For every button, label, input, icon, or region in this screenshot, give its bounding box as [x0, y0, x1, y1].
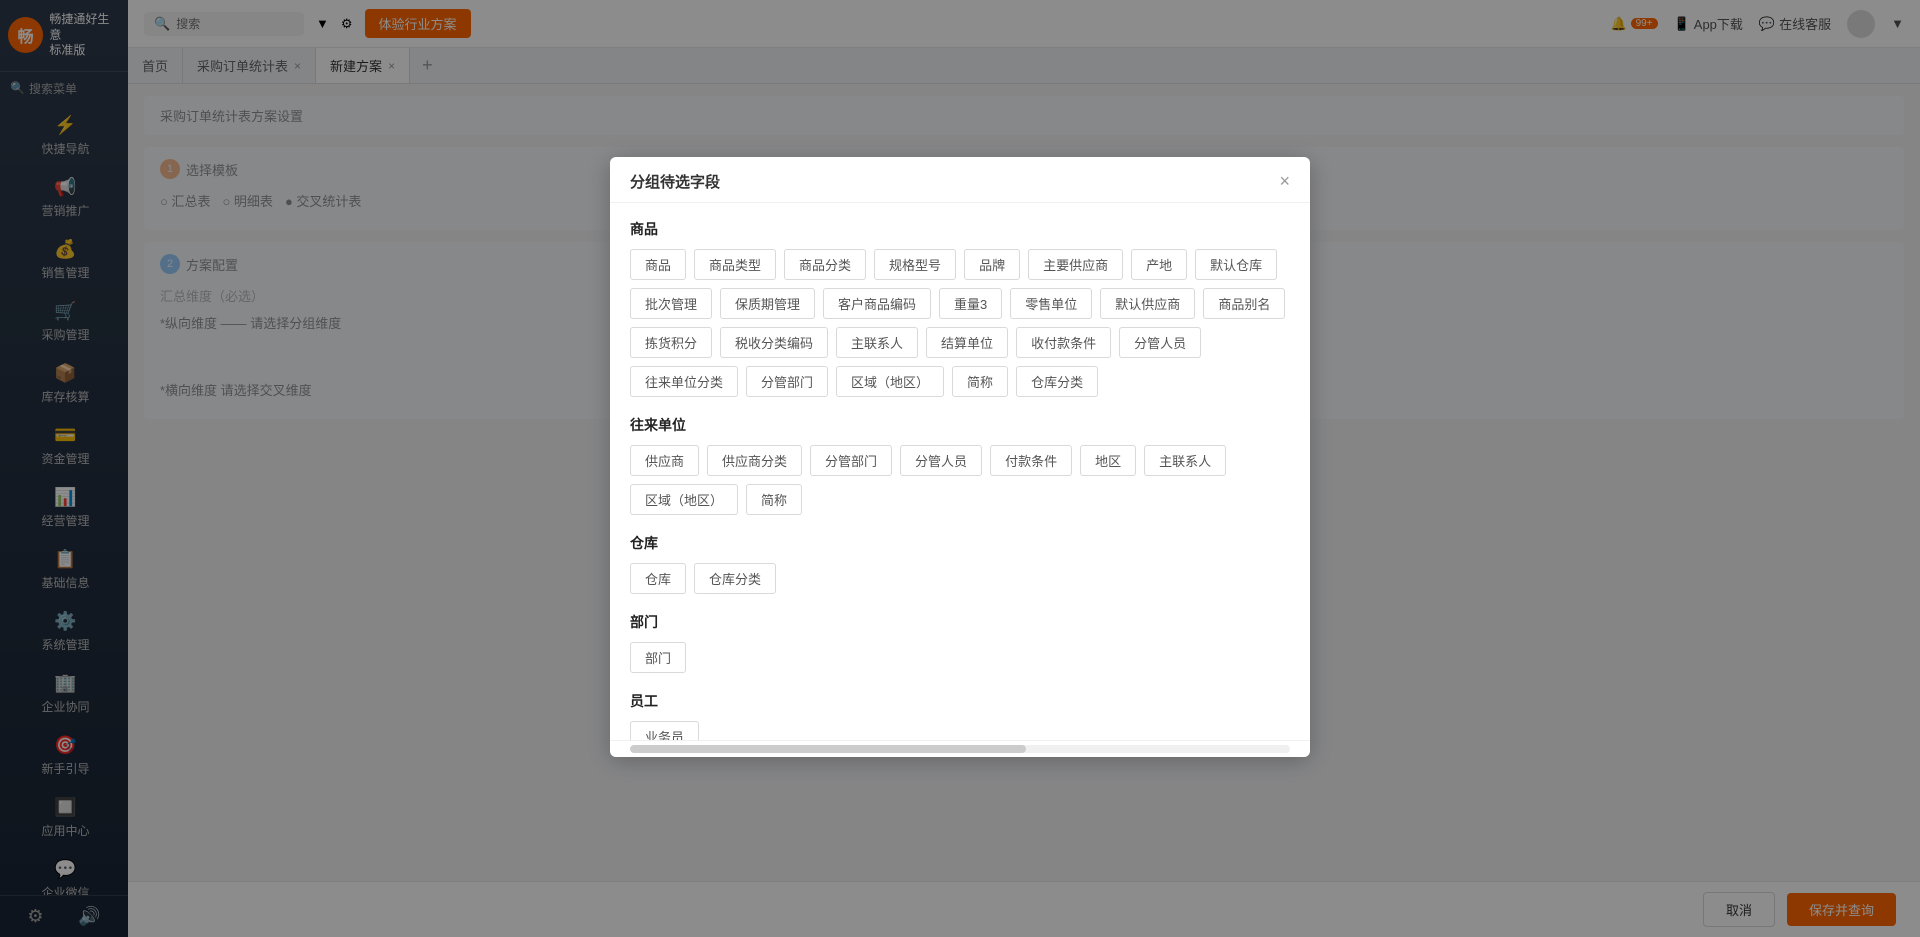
- field-tag[interactable]: 收付款条件: [1016, 327, 1111, 358]
- field-tag[interactable]: 默认供应商: [1100, 288, 1195, 319]
- field-tag[interactable]: 零售单位: [1010, 288, 1092, 319]
- dialog-header: 分组待选字段 ×: [610, 157, 1310, 203]
- field-tag[interactable]: 往来单位分类: [630, 366, 738, 397]
- field-tag[interactable]: 商品分类: [784, 249, 866, 280]
- field-tag[interactable]: 规格型号: [874, 249, 956, 280]
- field-group-partner: 往来单位供应商供应商分类分管部门分管人员付款条件地区主联系人区域（地区） 简称: [630, 415, 1290, 515]
- field-tag[interactable]: 分管人员: [1119, 327, 1201, 358]
- dialog-title: 分组待选字段: [630, 171, 720, 192]
- field-tag[interactable]: 结算单位: [926, 327, 1008, 358]
- field-group-title-employee: 员工: [630, 691, 1290, 711]
- field-tag[interactable]: 品牌: [964, 249, 1020, 280]
- dialog-close-btn[interactable]: ×: [1279, 171, 1290, 192]
- field-tag[interactable]: 重量3: [939, 288, 1002, 319]
- field-tag[interactable]: 默认仓库: [1195, 249, 1277, 280]
- field-tags-product: 商品商品类型商品分类规格型号品牌主要供应商产地默认仓库批次管理保质期管理客户商品…: [630, 249, 1290, 397]
- field-group-department: 部门部门: [630, 612, 1290, 673]
- field-tag[interactable]: 产地: [1131, 249, 1187, 280]
- field-tag[interactable]: 仓库分类: [694, 563, 776, 594]
- field-tag[interactable]: 区域（地区）: [836, 366, 944, 397]
- field-tag[interactable]: 地区: [1080, 445, 1136, 476]
- field-tag[interactable]: 分管部门: [746, 366, 828, 397]
- field-group-title-warehouse: 仓库: [630, 533, 1290, 553]
- field-tags-employee: 业务员: [630, 721, 1290, 740]
- field-tag[interactable]: 仓库: [630, 563, 686, 594]
- field-tag[interactable]: 供应商分类: [707, 445, 802, 476]
- field-tag[interactable]: 部门: [630, 642, 686, 673]
- field-group-product: 商品商品商品类型商品分类规格型号品牌主要供应商产地默认仓库批次管理保质期管理客户…: [630, 219, 1290, 397]
- field-tag[interactable]: 税收分类编码: [720, 327, 828, 358]
- field-group-title-product: 商品: [630, 219, 1290, 239]
- field-tag[interactable]: 主联系人: [1144, 445, 1226, 476]
- field-group-employee: 员工业务员: [630, 691, 1290, 740]
- field-tags-department: 部门: [630, 642, 1290, 673]
- scrollbar-thumb: [630, 745, 1026, 753]
- dialog-body[interactable]: 商品商品商品类型商品分类规格型号品牌主要供应商产地默认仓库批次管理保质期管理客户…: [610, 203, 1310, 740]
- dialog-bottom-bar: [610, 740, 1310, 757]
- field-tag[interactable]: 供应商: [630, 445, 699, 476]
- field-group-title-partner: 往来单位: [630, 415, 1290, 435]
- field-tag[interactable]: 付款条件: [990, 445, 1072, 476]
- field-group-warehouse: 仓库仓库仓库分类: [630, 533, 1290, 594]
- field-tags-partner: 供应商供应商分类分管部门分管人员付款条件地区主联系人区域（地区） 简称: [630, 445, 1290, 515]
- field-tag[interactable]: 商品类型: [694, 249, 776, 280]
- field-tag[interactable]: 客户商品编码: [823, 288, 931, 319]
- field-tag[interactable]: 分管人员: [900, 445, 982, 476]
- horizontal-scrollbar[interactable]: [630, 745, 1290, 753]
- field-tag[interactable]: 业务员: [630, 721, 699, 740]
- field-tag[interactable]: 分管部门: [810, 445, 892, 476]
- field-tag[interactable]: 仓库分类: [1016, 366, 1098, 397]
- field-tags-warehouse: 仓库仓库分类: [630, 563, 1290, 594]
- field-tag[interactable]: 保质期管理: [720, 288, 815, 319]
- field-tag[interactable]: 拣货积分: [630, 327, 712, 358]
- field-tag[interactable]: 商品: [630, 249, 686, 280]
- field-tag[interactable]: 简称: [746, 484, 802, 515]
- field-tag[interactable]: 商品别名: [1203, 288, 1285, 319]
- field-select-dialog: 分组待选字段 × 商品商品商品类型商品分类规格型号品牌主要供应商产地默认仓库批次…: [610, 157, 1310, 757]
- field-tag[interactable]: 简称: [952, 366, 1008, 397]
- field-tag[interactable]: 主要供应商: [1028, 249, 1123, 280]
- field-tag[interactable]: 主联系人: [836, 327, 918, 358]
- field-tag[interactable]: 批次管理: [630, 288, 712, 319]
- field-group-title-department: 部门: [630, 612, 1290, 632]
- field-tag[interactable]: 区域（地区）: [630, 484, 738, 515]
